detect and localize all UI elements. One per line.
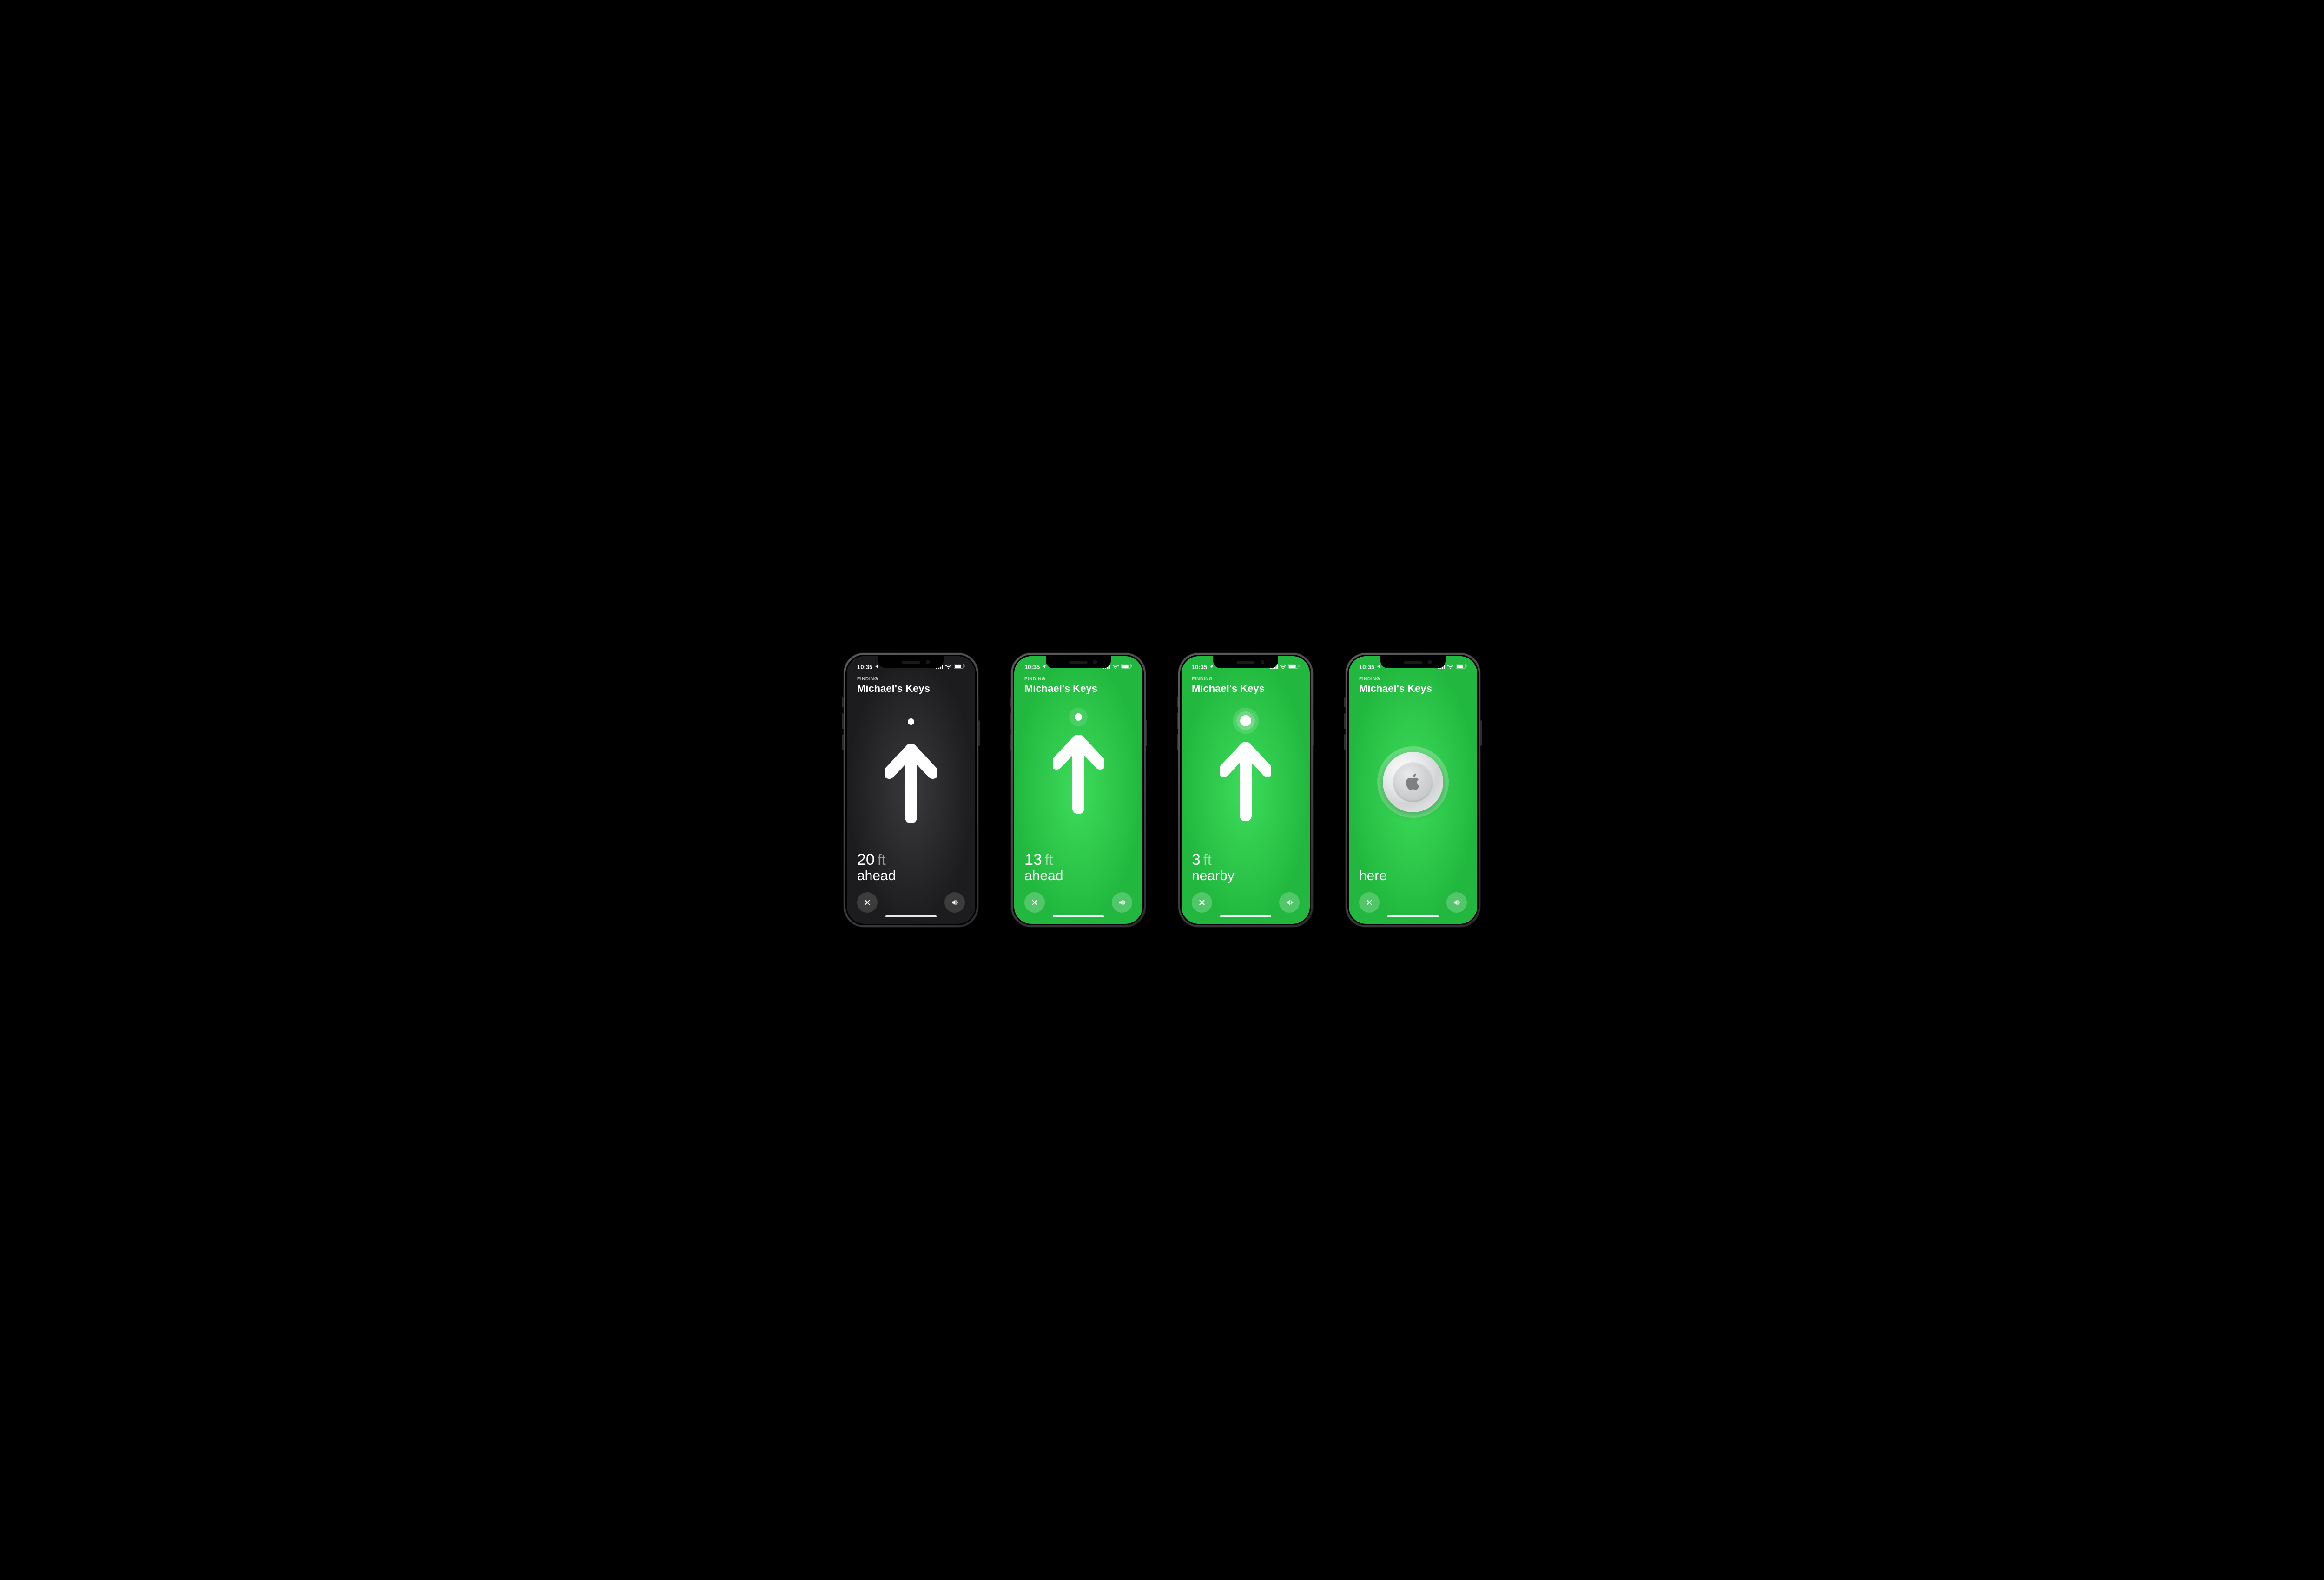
status-time: 10:35 [1024,664,1040,671]
wifi-icon [945,664,952,671]
item-name: Michael's Keys [857,683,965,695]
battery-icon [954,664,965,671]
apple-logo-icon [1406,773,1420,791]
close-button[interactable] [1192,892,1212,913]
play-sound-button[interactable] [1112,892,1132,913]
distance-unit: ft [1203,851,1212,869]
finding-label: FINDING [1192,677,1300,682]
battery-icon [1121,664,1132,671]
close-button[interactable] [1359,892,1380,913]
speaker-icon [1452,898,1461,907]
status-time: 10:35 [1192,664,1207,671]
status-time: 10:35 [1359,664,1374,671]
direction-arrow-icon [885,744,937,823]
distance-unit: ft [878,851,886,869]
distance-value: 3 [1192,851,1201,869]
notch [1046,656,1111,668]
distance-value: 13 [1024,851,1042,869]
item-name: Michael's Keys [1359,683,1467,695]
phone-frame: 10:35 FINDING Michael's Keys [1011,653,1146,927]
notch [1380,656,1446,668]
phone-frame: 10:35 FINDING Michael's Keys [844,653,978,927]
close-icon [1031,899,1038,906]
speaker-icon [951,898,959,907]
phone-frame: 10:35 FINDING Michael's Keys [1178,653,1313,927]
status-time: 10:35 [857,664,872,671]
location-services-icon [1209,664,1214,671]
direction-label: here [1359,868,1467,884]
speaker-icon [1285,898,1294,907]
phone-frame: 10:35 FINDING Michael's Keys [1346,653,1480,927]
precision-finding-screen: 10:35 FINDING Michael's Keys [1182,656,1310,924]
close-icon [1366,899,1373,906]
finding-label: FINDING [857,677,965,682]
item-name: Michael's Keys [1192,683,1300,695]
speaker-icon [1118,898,1126,907]
target-dot [1233,708,1259,734]
direction-label: ahead [1024,868,1132,884]
wifi-icon [1447,664,1454,671]
finding-label: FINDING [1024,677,1132,682]
notch [878,656,944,668]
play-sound-button[interactable] [1446,892,1467,913]
play-sound-button[interactable] [1279,892,1300,913]
wifi-icon [1280,664,1287,671]
notch [1213,656,1278,668]
location-services-icon [874,664,879,671]
finding-label: FINDING [1359,677,1467,682]
item-name: Michael's Keys [1024,683,1132,695]
target-dot [897,708,925,736]
airtag-graphic [1383,752,1443,812]
direction-arrow-icon [1220,742,1271,821]
wifi-icon [1112,664,1119,671]
close-button[interactable] [857,892,878,913]
home-indicator[interactable] [1053,915,1104,917]
precision-finding-screen: 10:35 FINDING Michael's Keys [1349,656,1477,924]
battery-icon [1456,664,1467,671]
home-indicator[interactable] [885,915,937,917]
precision-finding-screen: 10:35 FINDING Michael's Keys [1014,656,1142,924]
distance-value: 20 [857,851,875,869]
direction-arrow-icon [1053,735,1104,814]
close-icon [864,899,871,906]
location-services-icon [1042,664,1047,671]
distance-unit: ft [1045,851,1053,869]
close-button[interactable] [1024,892,1045,913]
precision-finding-screen: 10:35 FINDING Michael's Keys [847,656,975,924]
home-indicator[interactable] [1387,915,1439,917]
close-icon [1198,899,1206,906]
direction-label: nearby [1192,868,1300,884]
play-sound-button[interactable] [944,892,965,913]
battery-icon [1288,664,1300,671]
location-services-icon [1376,664,1381,671]
direction-label: ahead [857,868,965,884]
home-indicator[interactable] [1220,915,1271,917]
target-dot [1069,708,1088,726]
